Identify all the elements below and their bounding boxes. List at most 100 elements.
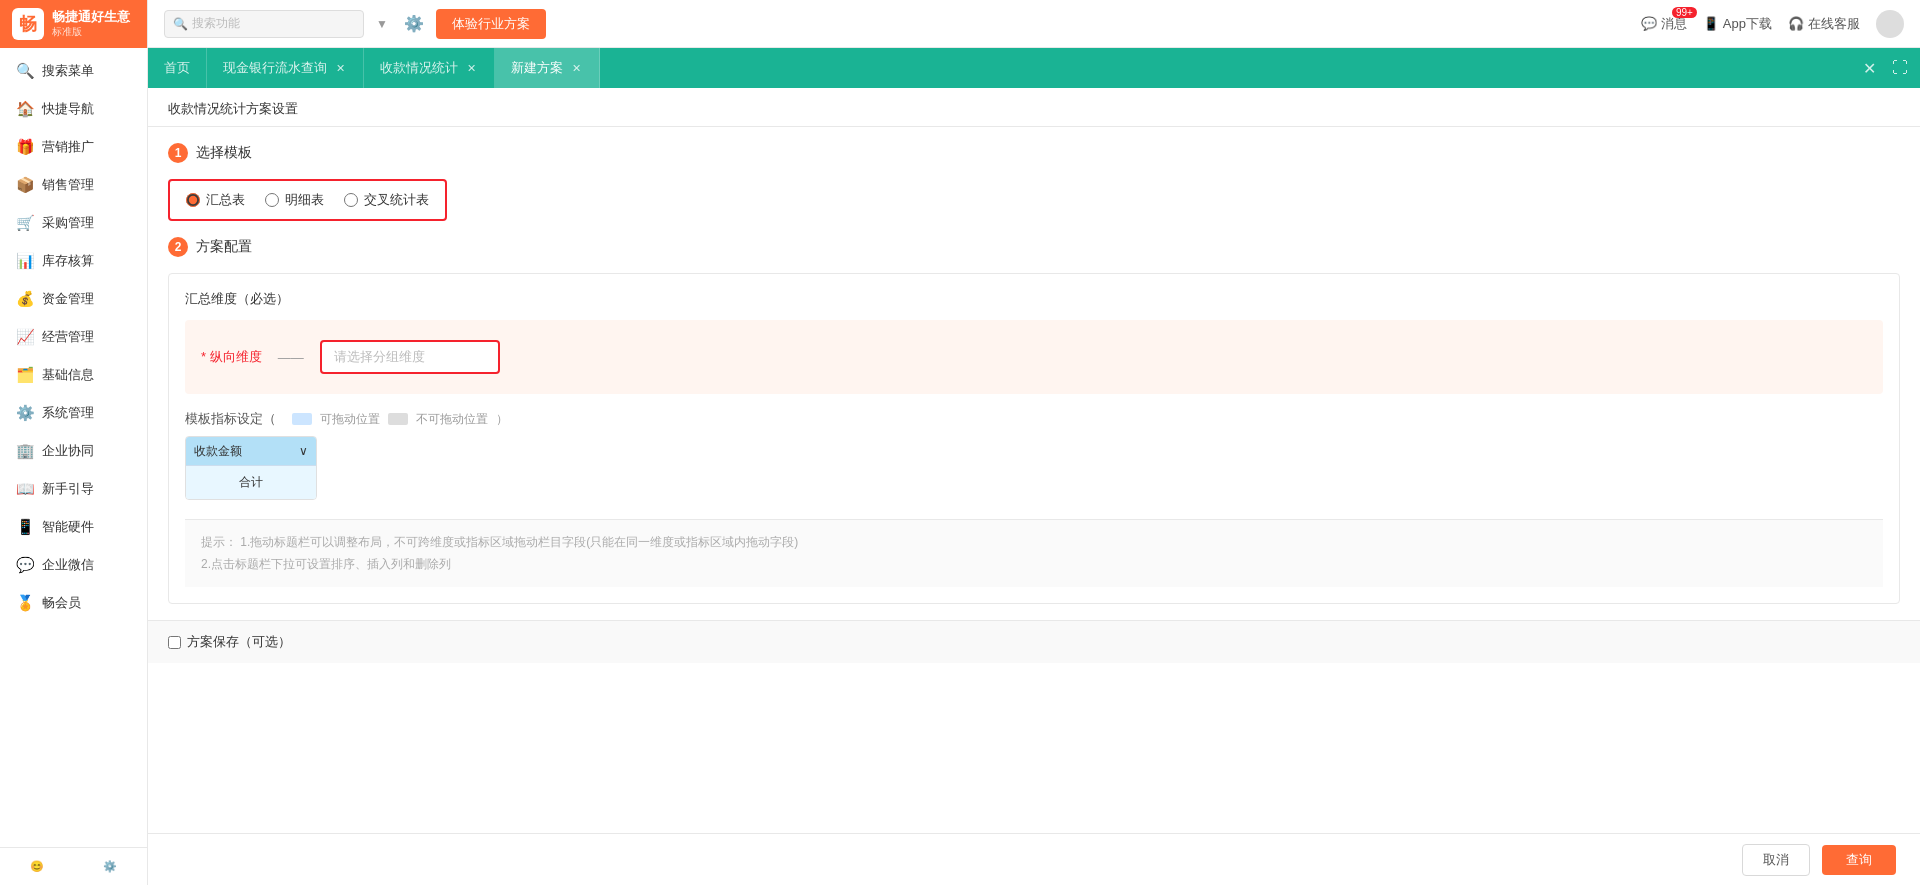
search-menu-icon: 🔍 <box>16 62 34 80</box>
save-option[interactable]: 方案保存（可选） <box>168 633 291 651</box>
step1-badge: 1 <box>168 143 188 163</box>
dimension-placeholder: 请选择分组维度 <box>334 348 425 366</box>
sidebar-item-inventory[interactable]: 📊 库存核算 <box>0 242 147 280</box>
sidebar-item-label: 企业微信 <box>42 556 94 574</box>
sidebar-item-label: 资金管理 <box>42 290 94 308</box>
radio-group: 汇总表 明细表 交叉统计表 <box>186 191 429 209</box>
user-avatar[interactable] <box>1876 10 1904 38</box>
phone-icon: 📱 <box>16 518 34 536</box>
sidebar-item-system[interactable]: ⚙️ 系统管理 <box>0 394 147 432</box>
tab-receipt-stats-close-icon[interactable]: ✕ <box>464 61 478 75</box>
tab-bank-flow-close-icon[interactable]: ✕ <box>333 61 347 75</box>
sidebar-item-wechat[interactable]: 💬 企业微信 <box>0 546 147 584</box>
sidebar-item-marketing[interactable]: 🎁 营销推广 <box>0 128 147 166</box>
metrics-hint: 可拖动位置 不可拖动位置 ） <box>292 411 508 428</box>
sidebar-item-sales[interactable]: 📦 销售管理 <box>0 166 147 204</box>
stats-header-dropdown-icon[interactable]: ∨ <box>299 444 308 458</box>
tab-receipt-stats[interactable]: 收款情况统计 ✕ <box>364 48 495 88</box>
sidebar-item-basic-info[interactable]: 🗂️ 基础信息 <box>0 356 147 394</box>
tip-2: 2.点击标题栏下拉可设置排序、插入列和删除列 <box>201 554 1867 576</box>
sidebar-item-purchase[interactable]: 🛒 采购管理 <box>0 204 147 242</box>
page-title: 收款情况统计方案设置 <box>168 101 298 116</box>
metrics-title-row: 模板指标设定（ 可拖动位置 不可拖动位置 ） <box>185 410 1883 428</box>
radio-summary[interactable]: 汇总表 <box>186 191 245 209</box>
tips-section: 提示： 1.拖动标题栏可以调整布局，不可跨维度或指标区域拖动栏目字段(只能在同一… <box>185 519 1883 587</box>
sidebar-item-label: 搜索菜单 <box>42 62 94 80</box>
sidebar-item-enterprise[interactable]: 🏢 企业协同 <box>0 432 147 470</box>
topbar-search-box[interactable]: 🔍 搜索功能 <box>164 10 364 38</box>
radio-detail[interactable]: 明细表 <box>265 191 324 209</box>
sidebar-item-members[interactable]: 🏅 畅会员 <box>0 584 147 622</box>
sidebar-nav: 🔍 搜索菜单 🏠 快捷导航 🎁 营销推广 📦 销售管理 🛒 采购管理 📊 库存核… <box>0 48 147 847</box>
step2-title: 2 方案配置 <box>168 237 1900 257</box>
sidebar-settings-btn[interactable]: ⚙️ <box>95 856 125 877</box>
tab-bank-flow[interactable]: 现金银行流水查询 ✕ <box>207 48 364 88</box>
trial-button[interactable]: 体验行业方案 <box>436 9 546 39</box>
tab-home[interactable]: 首页 <box>148 48 207 88</box>
sidebar-item-search-menu[interactable]: 🔍 搜索菜单 <box>0 52 147 90</box>
logo-text: 畅捷通好生意 <box>52 9 130 26</box>
footer-bar: 取消 查询 <box>148 833 1920 885</box>
notification-icon: 💬 <box>1641 16 1657 31</box>
not-draggable-indicator <box>388 413 408 425</box>
medal-icon: 🏅 <box>16 594 34 612</box>
tab-new-plan-close-icon[interactable]: ✕ <box>569 61 583 75</box>
logo-icon: 畅 <box>12 8 44 40</box>
query-button[interactable]: 查询 <box>1822 845 1896 875</box>
save-checkbox[interactable] <box>168 636 181 649</box>
topbar-gear-icon[interactable]: ⚙️ <box>404 14 424 33</box>
dimension-arrow-icon: —— <box>278 350 304 365</box>
sidebar-item-label: 新手引导 <box>42 480 94 498</box>
sidebar-item-operations[interactable]: 📈 经营管理 <box>0 318 147 356</box>
draggable-indicator <box>292 413 312 425</box>
sidebar-feedback-btn[interactable]: 😊 <box>22 856 52 877</box>
step2-label: 方案配置 <box>196 238 252 256</box>
search-placeholder-text: 搜索功能 <box>192 15 240 32</box>
dimension-subtitle: 汇总维度（必选） <box>185 290 1883 308</box>
notification-item[interactable]: 💬 消息 99+ <box>1641 15 1687 33</box>
search-icon: 🔍 <box>173 17 188 31</box>
vertical-dim-label: * 纵向维度 <box>201 348 262 366</box>
sidebar: 畅 畅捷通好生意 标准版 🔍 搜索菜单 🏠 快捷导航 🎁 营销推广 📦 销售管理… <box>0 0 148 885</box>
topbar: 🔍 搜索功能 ▼ ⚙️ 体验行业方案 💬 消息 99+ 📱 App下载 🎧 在线… <box>148 0 1920 48</box>
tab-home-label: 首页 <box>164 59 190 77</box>
radio-crosstab-input[interactable] <box>344 193 358 207</box>
sidebar-item-label: 基础信息 <box>42 366 94 384</box>
finance-icon: 💰 <box>16 290 34 308</box>
cart-icon: 🛒 <box>16 214 34 232</box>
gift-icon: 🎁 <box>16 138 34 156</box>
stats-table: 收款金额 ∨ 合计 <box>185 436 317 500</box>
sidebar-item-label: 智能硬件 <box>42 518 94 536</box>
main-area: 🔍 搜索功能 ▼ ⚙️ 体验行业方案 💬 消息 99+ 📱 App下载 🎧 在线… <box>148 0 1920 885</box>
service-icon: 🎧 <box>1788 16 1804 31</box>
sidebar-item-label: 库存核算 <box>42 252 94 270</box>
radio-summary-input[interactable] <box>186 193 200 207</box>
logo-text-block: 畅捷通好生意 标准版 <box>52 9 130 40</box>
topbar-dropdown-icon[interactable]: ▼ <box>376 17 388 31</box>
step2-section: 2 方案配置 汇总维度（必选） * 纵向维度 —— 请选择分组维度 <box>148 237 1920 620</box>
sidebar-item-finance[interactable]: 💰 资金管理 <box>0 280 147 318</box>
page-content: 收款情况统计方案设置 1 选择模板 汇总表 明 <box>148 88 1920 833</box>
tabbar-close-btn[interactable]: ✕ <box>1859 55 1880 82</box>
radio-detail-input[interactable] <box>265 193 279 207</box>
stats-table-cell: 合计 <box>186 465 316 499</box>
sidebar-item-label: 经营管理 <box>42 328 94 346</box>
sidebar-item-guide[interactable]: 📖 新手引导 <box>0 470 147 508</box>
sidebar-item-quick-nav[interactable]: 🏠 快捷导航 <box>0 90 147 128</box>
dimension-row: * 纵向维度 —— 请选择分组维度 <box>201 340 1867 374</box>
stats-table-header[interactable]: 收款金额 ∨ <box>186 437 316 465</box>
tab-new-plan-label: 新建方案 <box>511 59 563 77</box>
tab-new-plan[interactable]: 新建方案 ✕ <box>495 48 600 88</box>
tabbar-expand-btn[interactable]: ⛶ <box>1888 55 1912 81</box>
cancel-button[interactable]: 取消 <box>1742 844 1810 876</box>
sidebar-item-label: 营销推广 <box>42 138 94 156</box>
page-header: 收款情况统计方案设置 <box>148 88 1920 127</box>
step2-badge: 2 <box>168 237 188 257</box>
app-download-item[interactable]: 📱 App下载 <box>1703 15 1772 33</box>
dimension-selector[interactable]: 请选择分组维度 <box>320 340 500 374</box>
sidebar-item-hardware[interactable]: 📱 智能硬件 <box>0 508 147 546</box>
chat-icon: 💬 <box>16 556 34 574</box>
tab-bank-flow-label: 现金银行流水查询 <box>223 59 327 77</box>
radio-crosstab[interactable]: 交叉统计表 <box>344 191 429 209</box>
online-service-item[interactable]: 🎧 在线客服 <box>1788 15 1860 33</box>
